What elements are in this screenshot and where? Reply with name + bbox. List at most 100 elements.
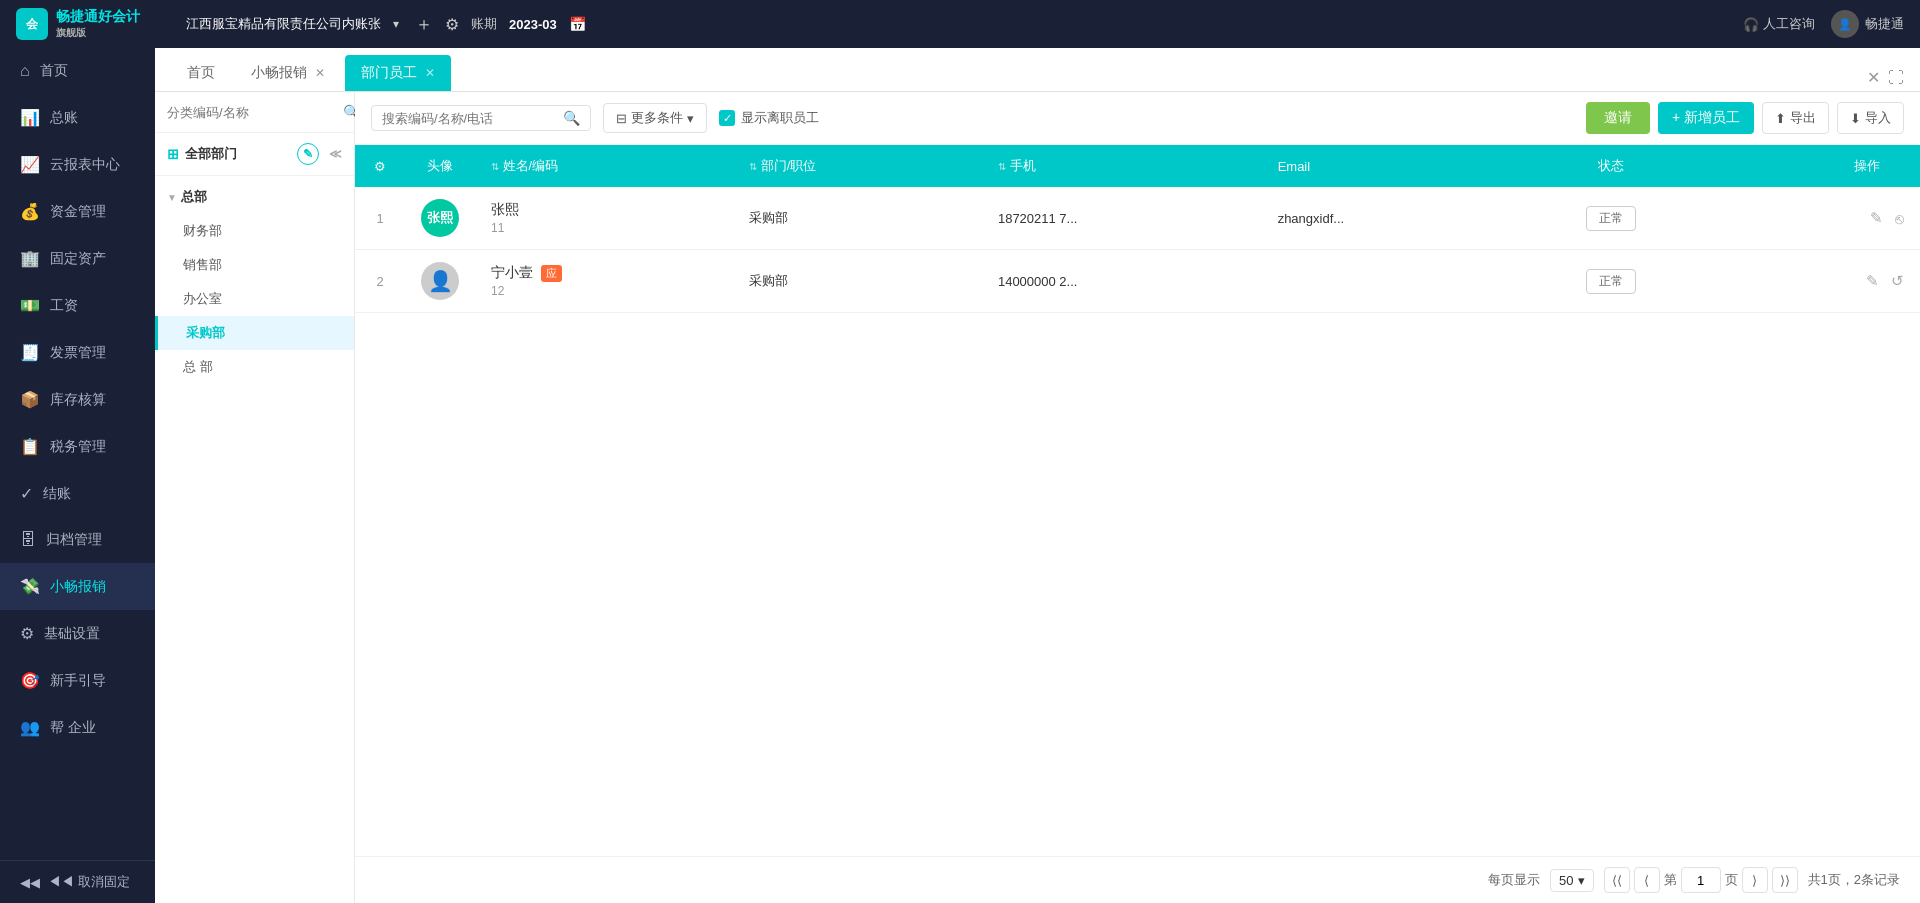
tab-dept-employee[interactable]: 部门员工 ✕ xyxy=(345,55,451,91)
delete-button-1[interactable]: ⎋ xyxy=(1895,210,1904,227)
tab-expense[interactable]: 小畅报销 ✕ xyxy=(235,55,341,91)
current-page-input[interactable] xyxy=(1681,867,1721,893)
next-page-button[interactable]: ⟩ xyxy=(1742,867,1768,893)
service-label: 人工咨询 xyxy=(1763,15,1815,33)
employee-area: 🔍 ⊟ 更多条件 ▾ ✓ 显示离职员工 邀请 + 新增员工 xyxy=(355,92,1920,903)
sidebar-item-archive[interactable]: 🗄 归档管理 xyxy=(0,517,155,563)
sidebar-item-expense[interactable]: 💸 小畅报销 xyxy=(0,563,155,610)
restore-button-2[interactable]: ↺ xyxy=(1891,272,1904,290)
filter-button[interactable]: ⊟ 更多条件 ▾ xyxy=(603,103,707,133)
user-info[interactable]: 👤 畅捷通 xyxy=(1831,10,1904,38)
col-dept-position[interactable]: ⇅ 部门/职位 xyxy=(733,145,982,187)
dept-item-general[interactable]: 总 部 xyxy=(155,350,354,384)
dept-search-input[interactable] xyxy=(167,105,335,120)
dept-item-finance[interactable]: 财务部 xyxy=(155,214,354,248)
sidebar-label-expense: 小畅报销 xyxy=(50,578,106,596)
cancel-pin-button[interactable]: ◀◀ ◀◀ 取消固定 xyxy=(0,860,155,903)
tab-home[interactable]: 首页 xyxy=(171,55,231,91)
sidebar-item-funds[interactable]: 💰 资金管理 xyxy=(0,188,155,235)
tab-dept-label: 部门员工 xyxy=(361,64,417,82)
row-actions-2: ✎ ↺ xyxy=(1714,250,1920,313)
dept-grid-icon: ⊞ xyxy=(167,146,179,162)
prev-page-button[interactable]: ⟨ xyxy=(1634,867,1660,893)
add-company-button[interactable]: ＋ xyxy=(415,12,433,36)
col-settings[interactable]: ⚙ xyxy=(355,145,405,187)
col-avatar: 头像 xyxy=(405,145,475,187)
sidebar-label-payroll: 工资 xyxy=(50,297,78,315)
dept-item-office[interactable]: 办公室 xyxy=(155,282,354,316)
sidebar-item-assets[interactable]: 🏢 固定资产 xyxy=(0,235,155,282)
tab-expense-close[interactable]: ✕ xyxy=(315,66,325,80)
show-resigned-checkbox[interactable]: ✓ xyxy=(719,110,735,126)
guide-icon: 🎯 xyxy=(20,671,40,690)
employee-search-input[interactable] xyxy=(382,111,557,126)
row-email-1: zhangxidf... xyxy=(1262,187,1509,250)
dept-item-sales[interactable]: 销售部 xyxy=(155,248,354,282)
row-phone-1: 18720211 7... xyxy=(982,187,1262,250)
employee-search-icon[interactable]: 🔍 xyxy=(563,110,580,126)
table-header: ⚙ 头像 ⇅ 姓名/编码 ⇅ 部门/职位 xyxy=(355,145,1920,187)
sidebar-label-funds: 资金管理 xyxy=(50,203,106,221)
col-email: Email xyxy=(1262,145,1509,187)
company-dropdown-icon[interactable]: ▾ xyxy=(393,17,399,31)
sidebar-item-checkout[interactable]: ✓ 结账 xyxy=(0,470,155,517)
dept-group-headquarters[interactable]: ▼ 总部 xyxy=(155,180,354,214)
group-arrow-icon: ▼ xyxy=(167,192,177,203)
tab-bar: 首页 小畅报销 ✕ 部门员工 ✕ ✕ ⛶ xyxy=(155,48,1920,92)
invite-button[interactable]: 邀请 xyxy=(1586,102,1650,134)
employee-toolbar: 🔍 ⊟ 更多条件 ▾ ✓ 显示离职员工 邀请 + 新增员工 xyxy=(355,92,1920,145)
logo-icon: 会 xyxy=(16,8,48,40)
sidebar-label-home: 首页 xyxy=(40,62,68,80)
import-button[interactable]: ⬇ 导入 xyxy=(1837,102,1904,134)
avatar-zhang: 张熙 xyxy=(421,199,459,237)
sidebar-item-guide[interactable]: 🎯 新手引导 xyxy=(0,657,155,704)
table-row: 1 张熙 张熙 11 采购部 xyxy=(355,187,1920,250)
sidebar-item-reports[interactable]: 📈 云报表中心 xyxy=(0,141,155,188)
calendar-icon[interactable]: 📅 xyxy=(569,16,586,32)
dept-all-header[interactable]: ⊞ 全部部门 ✎ ≪ xyxy=(155,133,354,176)
show-resigned-toggle[interactable]: ✓ 显示离职员工 xyxy=(719,109,819,127)
first-page-button[interactable]: ⟨⟨ xyxy=(1604,867,1630,893)
col-name-code[interactable]: ⇅ 姓名/编码 xyxy=(475,145,733,187)
table-row: 2 👤 宁小壹 xyxy=(355,250,1920,313)
pagination: 每页显示 50 ▾ ⟨⟨ ⟨ 第 页 ⟩ ⟩⟩ xyxy=(355,856,1920,903)
sidebar-item-payroll[interactable]: 💵 工资 xyxy=(0,282,155,329)
sidebar-item-help[interactable]: 👥 帮 企业 xyxy=(0,704,155,751)
sidebar-item-settings[interactable]: ⚙ 基础设置 xyxy=(0,610,155,657)
edit-button-2[interactable]: ✎ xyxy=(1866,272,1879,290)
employee-search-bar[interactable]: 🔍 xyxy=(371,105,591,131)
row-actions-1: ✎ ⎋ xyxy=(1714,187,1920,250)
tab-close-btn[interactable]: ✕ xyxy=(1867,68,1880,87)
last-page-button[interactable]: ⟩⟩ xyxy=(1772,867,1798,893)
col-dept-sort-icon: ⇅ xyxy=(749,161,757,172)
tax-icon: 📋 xyxy=(20,437,40,456)
col-phone[interactable]: ⇅ 手机 xyxy=(982,145,1262,187)
sidebar-item-ledger[interactable]: 📊 总账 xyxy=(0,94,155,141)
row-dept-1: 采购部 xyxy=(733,187,982,250)
add-employee-button[interactable]: + 新增员工 xyxy=(1658,102,1754,134)
service-button[interactable]: 🎧 人工咨询 xyxy=(1743,15,1815,33)
export-button[interactable]: ⬆ 导出 xyxy=(1762,102,1829,134)
sidebar-item-tax[interactable]: 📋 税务管理 xyxy=(0,423,155,470)
sidebar-item-invoice[interactable]: 🧾 发票管理 xyxy=(0,329,155,376)
tab-expand-btn[interactable]: ⛶ xyxy=(1888,69,1904,87)
cancel-pin-icon: ◀◀ xyxy=(20,875,40,890)
dept-edit-button[interactable]: ✎ xyxy=(297,143,319,165)
expense-icon: 💸 xyxy=(20,577,40,596)
dept-item-purchasing[interactable]: 采购部 xyxy=(155,316,354,350)
page-size-value: 50 xyxy=(1559,873,1573,888)
page-size-select[interactable]: 50 ▾ xyxy=(1550,869,1593,892)
sidebar-item-inventory[interactable]: 📦 库存核算 xyxy=(0,376,155,423)
sidebar-item-home[interactable]: ⌂ 首页 xyxy=(0,48,155,94)
sidebar-label-assets: 固定资产 xyxy=(50,250,106,268)
tab-dept-close[interactable]: ✕ xyxy=(425,66,435,80)
header-right: 🎧 人工咨询 👤 畅捷通 xyxy=(1743,10,1904,38)
header-settings-icon[interactable]: ⚙ xyxy=(445,15,459,34)
edit-button-1[interactable]: ✎ xyxy=(1870,209,1883,227)
period-label: 账期 xyxy=(471,15,497,33)
dept-collapse-icon[interactable]: ≪ xyxy=(329,147,342,161)
help-icon: 👥 xyxy=(20,718,40,737)
home-icon: ⌂ xyxy=(20,62,30,80)
row-status-1: 正常 xyxy=(1509,187,1715,250)
reports-icon: 📈 xyxy=(20,155,40,174)
